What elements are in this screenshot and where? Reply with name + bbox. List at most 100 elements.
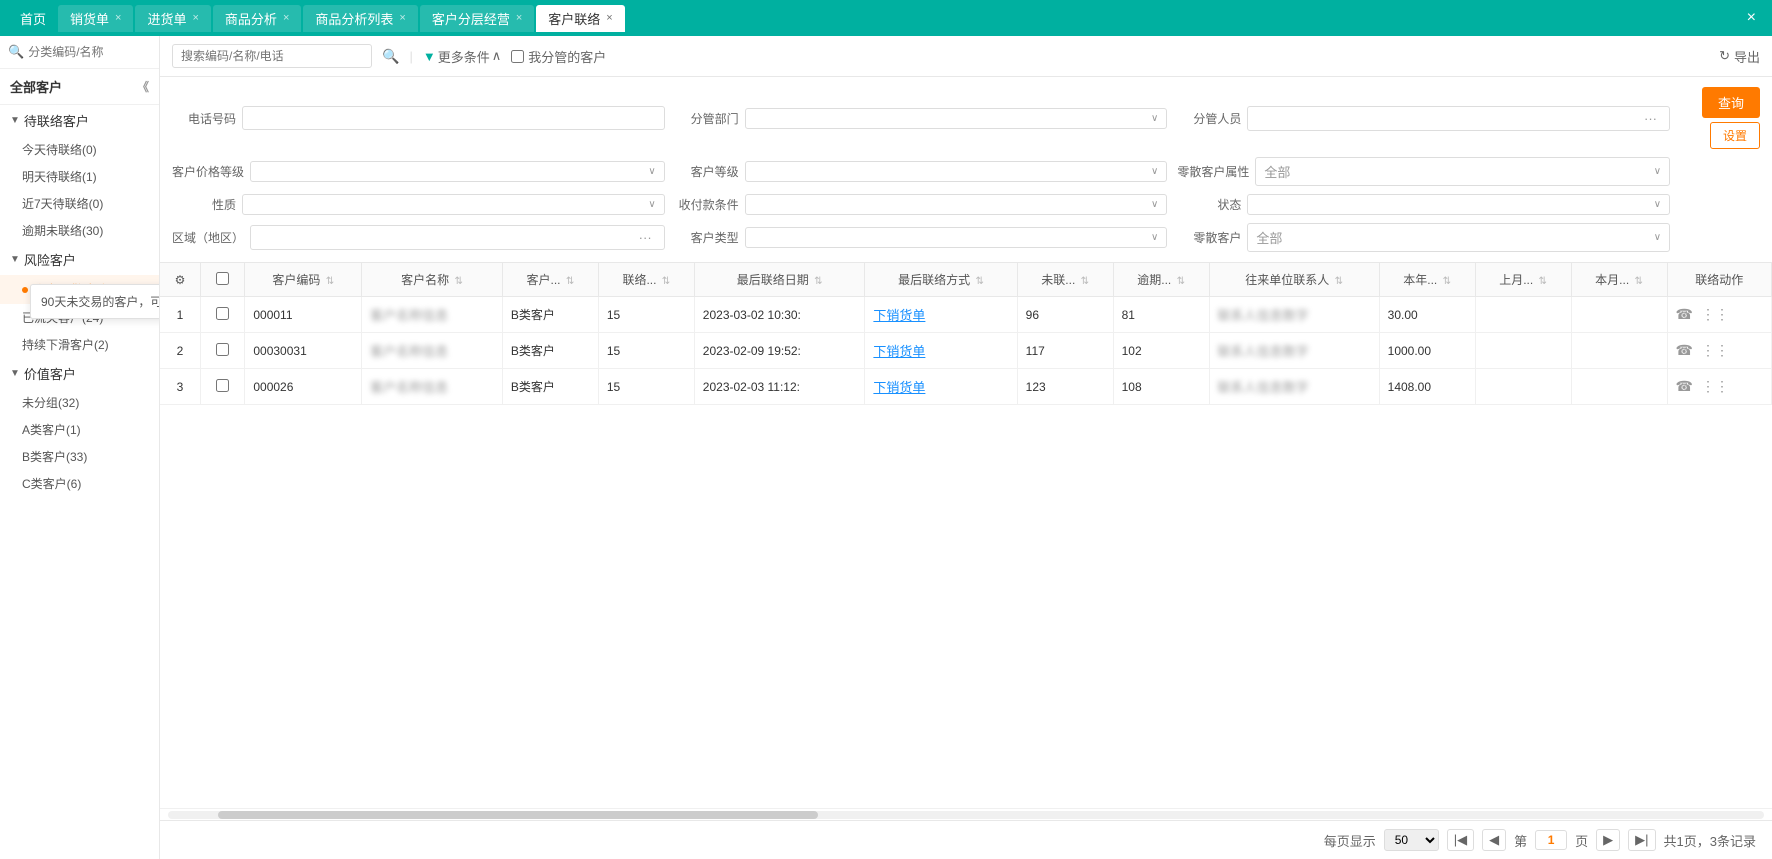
sidebar-item-2-1[interactable]: A类客户(1) [0,416,159,443]
row-checkbox[interactable] [216,343,229,356]
sidebar-item-2-0[interactable]: 未分组(32) [0,389,159,416]
row-overdue: 102 [1113,333,1209,369]
sidebar-all-header[interactable]: 全部客户 《 [0,69,159,105]
sidebar-item-1-2[interactable]: 持续下滑客户(2) [0,331,159,358]
blurred-name: 客户名称信息 [370,308,448,323]
close-tab-icon[interactable]: × [399,12,405,24]
first-page-btn[interactable]: |◀ [1447,829,1474,851]
col-last-month[interactable]: 上月... ⇅ [1475,263,1571,297]
col-name[interactable]: 客户名称 ⇅ [362,263,503,297]
phone-input[interactable] [242,106,665,130]
nav-tab-客户联络[interactable]: 客户联络× [536,5,624,32]
payment-select[interactable]: ∨ [745,194,1168,215]
col-last-date[interactable]: 最后联络日期 ⇅ [694,263,865,297]
sidebar-collapse-icon[interactable]: 《 [137,78,149,95]
col-this-month[interactable]: 本月... ⇅ [1571,263,1667,297]
close-tab-icon[interactable]: × [115,12,121,24]
sidebar-search-input[interactable] [28,45,160,59]
cust-type-select[interactable]: ∨ [745,227,1168,248]
search-icon[interactable]: 🔍 [382,48,399,65]
nav-tab-客户分层经营[interactable]: 客户分层经营× [420,5,534,32]
row-name: 客户名称信息 [362,297,503,333]
manager-select[interactable]: ··· [1247,106,1670,131]
manager-ellipsis[interactable]: ··· [1640,111,1661,126]
col-type[interactable]: 客户... ⇅ [502,263,598,297]
retail-cust-select[interactable]: 全部 ∨ [1247,223,1670,252]
row-checkbox[interactable] [216,379,229,392]
more-action-icon[interactable]: ⋮⋮ [1701,342,1729,359]
scrollbar-track[interactable] [168,811,1764,819]
close-tab-icon[interactable]: × [192,12,198,24]
col-contact2[interactable]: 往来单位联系人 ⇅ [1209,263,1379,297]
sidebar-section-2[interactable]: ▼价值客户 [0,358,159,389]
nav-tab-进货单[interactable]: 进货单× [135,5,210,32]
more-action-icon[interactable]: ⋮⋮ [1701,306,1729,323]
retail-attr-chevron: ∨ [1654,166,1661,177]
per-page-select[interactable]: 50 100 [1384,829,1439,851]
close-tab-icon[interactable]: × [606,12,612,24]
col-contact[interactable]: 联络... ⇅ [598,263,694,297]
my-customers-checkbox[interactable]: 我分管的客户 [511,47,606,66]
close-window-icon[interactable]: × [1739,9,1764,27]
search-input[interactable] [172,44,372,68]
nav-tab-商品分析列表[interactable]: 商品分析列表× [303,5,417,32]
select-all-checkbox[interactable] [216,272,229,285]
data-table: ⚙ 客户编码 ⇅ 客户名称 ⇅ 客户... ⇅ 联络... ⇅ 最后联络日期 ⇅… [160,263,1772,405]
nav-tab-商品分析[interactable]: 商品分析× [213,5,301,32]
status-select[interactable]: ∨ [1247,194,1670,215]
retail-cust-chevron: ∨ [1654,232,1661,243]
dept-select[interactable]: ∨ [745,108,1168,129]
last-method-link[interactable]: 下销货单 [873,344,925,359]
page-input[interactable] [1535,830,1567,850]
more-conditions-btn[interactable]: ▼ 更多条件 ∧ [423,47,501,66]
close-tab-icon[interactable]: × [516,12,522,24]
col-overdue[interactable]: 逾期... ⇅ [1113,263,1209,297]
cust-level-select[interactable]: ∨ [745,161,1168,182]
scrollbar-thumb[interactable] [218,811,818,819]
nav-tab-销货单[interactable]: 销货单× [58,5,133,32]
close-tab-icon[interactable]: × [283,12,289,24]
sidebar-item-0-2[interactable]: 近7天待联络(0) [0,190,159,217]
row-checkbox[interactable] [216,307,229,320]
sidebar-item-2-3[interactable]: C类客户(6) [0,470,159,497]
phone-field: 电话号码 [172,106,665,130]
row-checkbox-cell [200,369,244,405]
row-last-method[interactable]: 下销货单 [865,333,1017,369]
setting-btn[interactable]: 设置 [1710,122,1760,149]
price-level-select[interactable]: ∨ [250,161,665,182]
query-btn[interactable]: 查询 [1702,87,1760,118]
nav-home[interactable]: 首页 [8,5,58,32]
sidebar-item-0-3[interactable]: 逾期未联络(30) [0,217,159,244]
contact-icon[interactable]: ☎ [1676,378,1693,395]
sidebar-section-1[interactable]: ▼风险客户 [0,244,159,275]
last-method-link[interactable]: 下销货单 [873,308,925,323]
next-page-btn[interactable]: ▶ [1596,829,1620,851]
my-customers-check[interactable] [511,50,524,63]
col-code[interactable]: 客户编码 ⇅ [245,263,362,297]
payment-field: 收付款条件 ∨ [675,194,1168,215]
bottom-scrollbar[interactable] [160,808,1772,820]
more-action-icon[interactable]: ⋮⋮ [1701,378,1729,395]
row-last-method[interactable]: 下销货单 [865,297,1017,333]
export-btn[interactable]: ↻ 导出 [1719,47,1760,66]
col-settings[interactable]: ⚙ [160,263,200,297]
col-this-year[interactable]: 本年... ⇅ [1379,263,1475,297]
col-last-method[interactable]: 最后联络方式 ⇅ [865,263,1017,297]
sidebar-section-0[interactable]: ▼待联络客户 [0,105,159,136]
last-page-btn[interactable]: ▶| [1628,829,1655,851]
sidebar-item-0-1[interactable]: 明天待联络(1) [0,163,159,190]
sidebar-item-0-0[interactable]: 今天待联络(0) [0,136,159,163]
region-select[interactable]: ··· [250,225,665,250]
contact-icon[interactable]: ☎ [1676,306,1693,323]
nature-chevron: ∨ [648,199,655,210]
price-level-label: 客户价格等级 [172,163,250,180]
sidebar-item-2-2[interactable]: B类客户(33) [0,443,159,470]
region-ellipsis[interactable]: ··· [635,230,656,245]
contact-icon[interactable]: ☎ [1676,342,1693,359]
nature-select[interactable]: ∨ [242,194,665,215]
row-last-method[interactable]: 下销货单 [865,369,1017,405]
last-method-link[interactable]: 下销货单 [873,380,925,395]
retail-attr-select[interactable]: 全部 ∨ [1255,157,1670,186]
prev-page-btn[interactable]: ◀ [1482,829,1506,851]
col-not-contacted[interactable]: 未联... ⇅ [1017,263,1113,297]
